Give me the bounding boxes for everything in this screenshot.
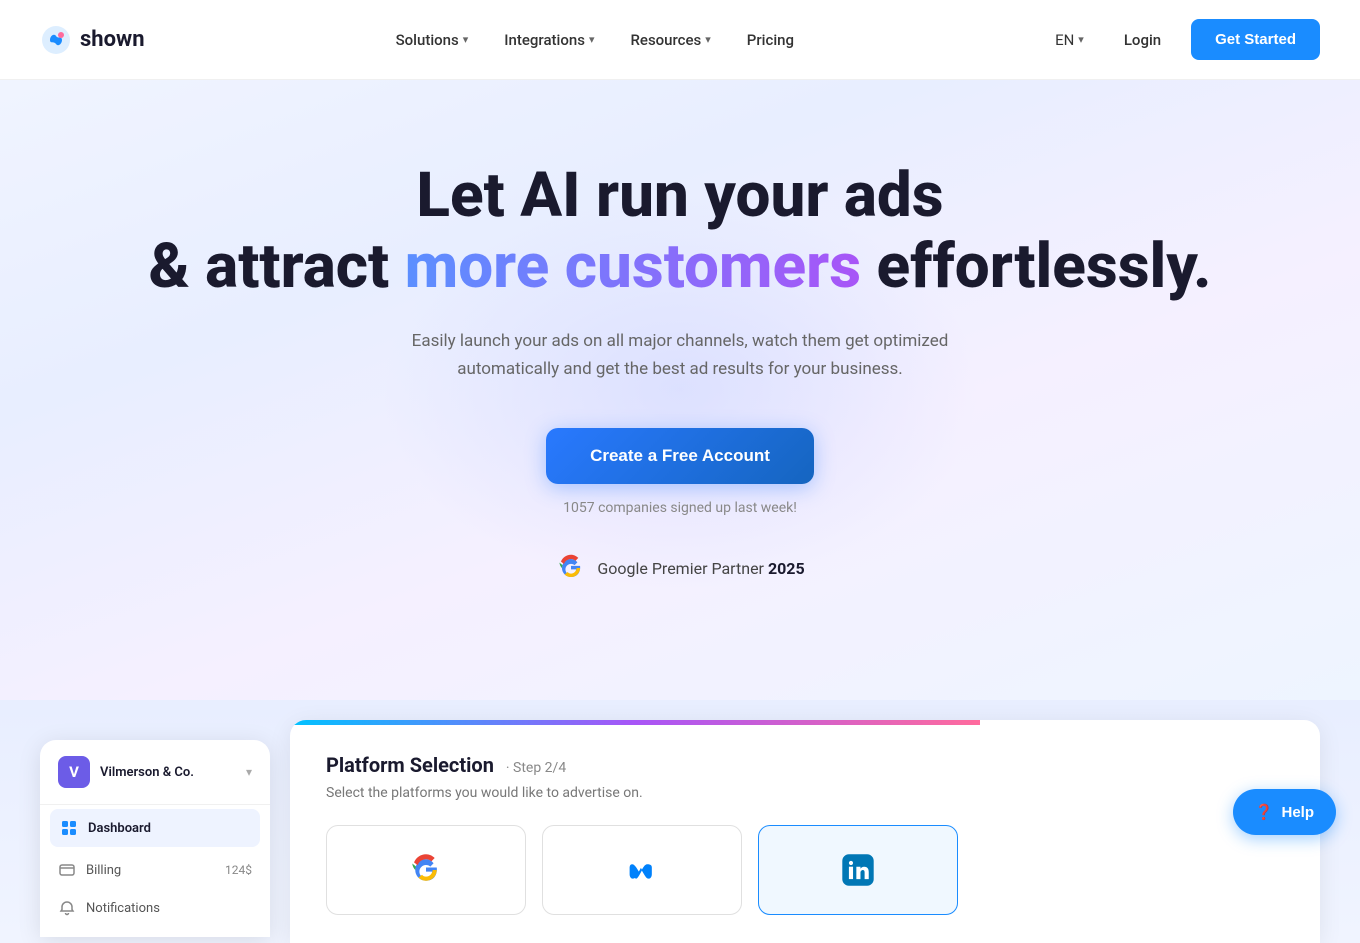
bell-icon — [58, 899, 76, 917]
sidebar-header: V Vilmerson & Co. ▾ — [40, 740, 270, 805]
main-panel-card: Platform Selection · Step 2/4 Select the… — [290, 720, 1320, 943]
chevron-down-icon: ▾ — [1078, 33, 1084, 46]
google-partner-text: Google Premier Partner 2025 — [597, 559, 804, 578]
sidebar-item-notifications[interactable]: Notifications — [40, 889, 270, 927]
google-partner-badge: Google Premier Partner 2025 — [20, 552, 1340, 584]
sidebar-company: V Vilmerson & Co. — [58, 756, 194, 788]
sidebar-item-billing[interactable]: Billing 124$ — [40, 851, 270, 889]
login-button[interactable]: Login — [1110, 23, 1175, 57]
create-account-button[interactable]: Create a Free Account — [546, 428, 814, 484]
logo-text: shown — [80, 27, 145, 52]
chevron-down-icon: ▾ — [589, 33, 595, 46]
company-name: Vilmerson & Co. — [100, 765, 194, 780]
hero-subtext: Easily launch your ads on all major chan… — [380, 327, 980, 385]
platform-selection-panel: Platform Selection · Step 2/4 Select the… — [290, 725, 1320, 943]
hero-headline: Let AI run your ads & attract more custo… — [20, 160, 1340, 303]
platform-cards — [326, 825, 1284, 915]
platform-card-linkedin[interactable] — [758, 825, 958, 915]
sidebar-item-label: Notifications — [86, 901, 160, 916]
nav-links: Solutions ▾ Integrations ▾ Resources ▾ P… — [382, 23, 808, 57]
help-button[interactable]: ❓ Help — [1233, 789, 1336, 835]
platform-selection-header: Platform Selection · Step 2/4 — [326, 753, 1284, 777]
preview-section: V Vilmerson & Co. ▾ Dashboard Billing 12… — [0, 700, 1360, 943]
meta-logo — [622, 850, 662, 890]
sidebar-preview-card: V Vilmerson & Co. ▾ Dashboard Billing 12… — [40, 740, 270, 937]
sidebar-item-dashboard[interactable]: Dashboard — [50, 809, 260, 847]
get-started-button[interactable]: Get Started — [1191, 19, 1320, 60]
nav-pricing[interactable]: Pricing — [733, 23, 808, 57]
chevron-down-icon: ▾ — [705, 33, 711, 46]
platform-title: Platform Selection — [326, 753, 494, 777]
platform-card-google[interactable] — [326, 825, 526, 915]
sidebar-item-label: Billing — [86, 863, 121, 878]
help-label: Help — [1281, 804, 1314, 821]
sidebar-item-label: Dashboard — [88, 821, 151, 836]
nav-integrations[interactable]: Integrations ▾ — [490, 23, 608, 57]
chevron-down-icon: ▾ — [463, 33, 469, 46]
logo[interactable]: shown — [40, 24, 145, 56]
billing-badge: 124$ — [225, 863, 252, 877]
language-selector[interactable]: EN ▾ — [1045, 23, 1094, 57]
google-ads-logo — [406, 850, 446, 890]
credit-card-icon — [58, 861, 76, 879]
nav-solutions[interactable]: Solutions ▾ — [382, 23, 483, 57]
chevron-down-icon: ▾ — [246, 765, 252, 779]
signup-count: 1057 companies signed up last week! — [20, 500, 1340, 516]
nav-right: EN ▾ Login Get Started — [1045, 19, 1320, 60]
logo-icon — [40, 24, 72, 56]
avatar: V — [58, 756, 90, 788]
hero-section: Let AI run your ads & attract more custo… — [0, 80, 1360, 700]
linkedin-logo — [838, 850, 878, 890]
grid-icon — [60, 819, 78, 837]
platform-card-meta[interactable] — [542, 825, 742, 915]
platform-desc: Select the platforms you would like to a… — [326, 785, 1284, 801]
navbar: shown Solutions ▾ Integrations ▾ Resourc… — [0, 0, 1360, 80]
help-icon: ❓ — [1255, 803, 1274, 821]
platform-step: · Step 2/4 — [506, 760, 566, 776]
nav-resources[interactable]: Resources ▾ — [616, 23, 724, 57]
google-logo-icon — [555, 552, 587, 584]
